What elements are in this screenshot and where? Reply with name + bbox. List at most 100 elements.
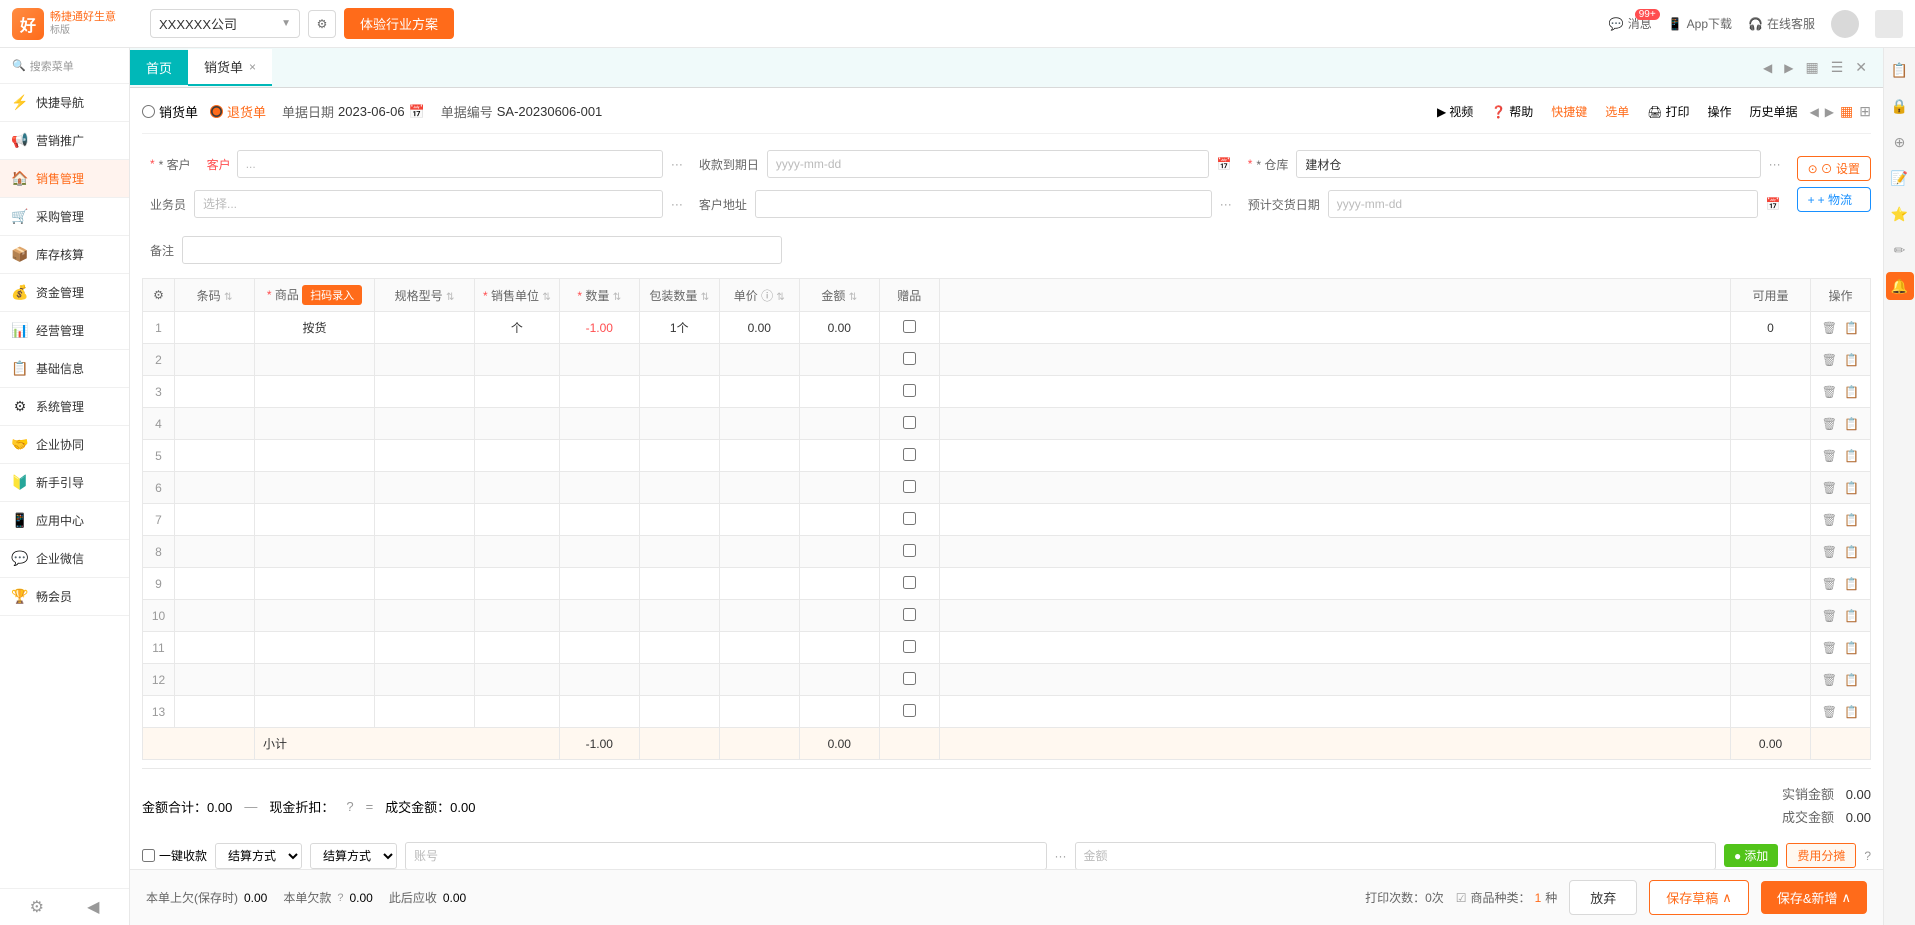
row-product[interactable]: 按货 [255,312,375,344]
row-product[interactable] [255,504,375,536]
row-barcode[interactable] [175,376,255,408]
copy-row-icon[interactable]: 📋 [1844,449,1859,463]
list-view-icon[interactable]: ☰ [1827,57,1848,78]
delete-row-icon[interactable]: 🗑 [1822,321,1837,335]
row-gift[interactable] [879,408,939,440]
warehouse-input[interactable] [1296,150,1760,178]
copy-row-icon[interactable]: 📋 [1844,577,1859,591]
expense-help-icon[interactable]: ? [1864,849,1871,863]
delete-row-icon[interactable]: 🗑 [1822,513,1837,527]
prev-icon[interactable]: ◀ [1759,59,1776,77]
user-menu[interactable] [1875,10,1903,38]
row-price[interactable] [719,568,799,600]
row-pack-qty[interactable] [639,664,719,696]
sort-pack-icon[interactable]: ⇅ [701,292,709,303]
quick-action-4[interactable]: 📝 [1886,164,1914,192]
delivery-calendar-icon[interactable]: 📅 [1766,197,1781,211]
row-barcode[interactable] [175,568,255,600]
row-pack-qty[interactable] [639,504,719,536]
return-order-radio[interactable]: 退货单 [210,102,266,121]
select-btn[interactable]: 选单 [1599,100,1635,123]
tab-close-all-icon[interactable]: ✕ [1851,57,1871,78]
nav-prev-icon[interactable]: ◀ [1810,105,1819,119]
row-gift[interactable] [879,536,939,568]
search-menu[interactable]: 🔍 搜索菜单 [0,48,129,84]
sort-amount-icon[interactable]: ⇅ [849,292,857,303]
note-input[interactable] [182,236,782,264]
row-spec[interactable] [375,312,475,344]
sidebar-item-guide[interactable]: 🔰 新手引导 [0,464,129,502]
row-product[interactable] [255,376,375,408]
quick-action-1[interactable]: 📋 [1886,56,1914,84]
delete-row-icon[interactable]: 🗑 [1822,641,1837,655]
delete-row-icon[interactable]: 🗑 [1822,417,1837,431]
receive-date-input[interactable]: yyyy-mm-dd [767,150,1209,178]
row-barcode[interactable] [175,472,255,504]
view-mode-icon1[interactable]: ▦ [1840,103,1853,120]
row-spec[interactable] [375,632,475,664]
row-unit[interactable] [475,472,560,504]
delete-row-icon[interactable]: 🗑 [1822,577,1837,591]
price-info-icon[interactable]: ⓘ [761,289,773,303]
column-settings-icon[interactable]: ⚙ [153,288,164,302]
abandon-button[interactable]: 放弃 [1569,880,1637,915]
row-amount[interactable] [799,376,879,408]
row-amount[interactable]: 0.00 [799,312,879,344]
row-spec[interactable] [375,344,475,376]
quick-action-7[interactable]: 🔔 [1886,272,1914,300]
shortcut-btn[interactable]: 快捷键 [1545,100,1593,123]
row-gift[interactable] [879,632,939,664]
row-barcode[interactable] [175,632,255,664]
row-qty[interactable] [559,696,639,728]
sidebar-item-inventory[interactable]: 📦 库存核算 [0,236,129,274]
quick-action-2[interactable]: 🔒 [1886,92,1914,120]
row-barcode[interactable] [175,600,255,632]
row-product[interactable] [255,632,375,664]
row-product[interactable] [255,408,375,440]
row-gift[interactable] [879,312,939,344]
row-product[interactable] [255,664,375,696]
sidebar-item-sales[interactable]: 🏠 销售管理 [0,160,129,198]
row-spec[interactable] [375,568,475,600]
copy-row-icon[interactable]: 📋 [1844,609,1859,623]
row-unit[interactable] [475,440,560,472]
copy-row-icon[interactable]: 📋 [1844,673,1859,687]
calendar-icon[interactable]: 📅 [409,104,425,120]
row-unit[interactable] [475,504,560,536]
quick-action-6[interactable]: ✏ [1886,236,1914,264]
row-spec[interactable] [375,600,475,632]
row-product[interactable] [255,472,375,504]
row-barcode[interactable] [175,408,255,440]
save-draft-button[interactable]: 保存草稿 ∧ [1649,880,1749,915]
row-spec[interactable] [375,536,475,568]
view-mode-icon2[interactable]: ⊞ [1859,103,1871,120]
row-product[interactable] [255,600,375,632]
row-pack-qty[interactable] [639,376,719,408]
copy-row-icon[interactable]: 📋 [1844,545,1859,559]
trial-button[interactable]: 体验行业方案 [344,8,454,39]
sidebar-item-enterprise[interactable]: 🤝 企业协同 [0,426,129,464]
row-gift[interactable] [879,568,939,600]
row-product[interactable] [255,440,375,472]
row-price[interactable] [719,376,799,408]
sidebar-item-quicknav[interactable]: ⚡ 快捷导航 [0,84,129,122]
row-price[interactable] [719,664,799,696]
expense-split-button[interactable]: 费用分摊 [1786,843,1856,868]
delete-row-icon[interactable]: 🗑 [1822,705,1837,719]
row-pack-qty[interactable] [639,344,719,376]
sidebar-item-basicinfo[interactable]: 📋 基础信息 [0,350,129,388]
question-icon-debt[interactable]: ? [337,892,343,904]
row-product[interactable] [255,536,375,568]
row-qty[interactable] [559,632,639,664]
copy-row-icon[interactable]: 📋 [1844,353,1859,367]
copy-row-icon[interactable]: 📋 [1844,481,1859,495]
row-unit[interactable] [475,632,560,664]
company-selector[interactable]: XXXXXX公司 ▼ [150,9,300,38]
user-avatar[interactable] [1831,10,1859,38]
app-download-item[interactable]: 📱 App下载 [1668,15,1732,32]
sort-barcode-icon[interactable]: ⇅ [224,292,232,303]
sidebar-item-operation[interactable]: 📊 经营管理 [0,312,129,350]
row-qty[interactable] [559,600,639,632]
row-amount[interactable] [799,536,879,568]
next-icon[interactable]: ▶ [1780,59,1797,77]
